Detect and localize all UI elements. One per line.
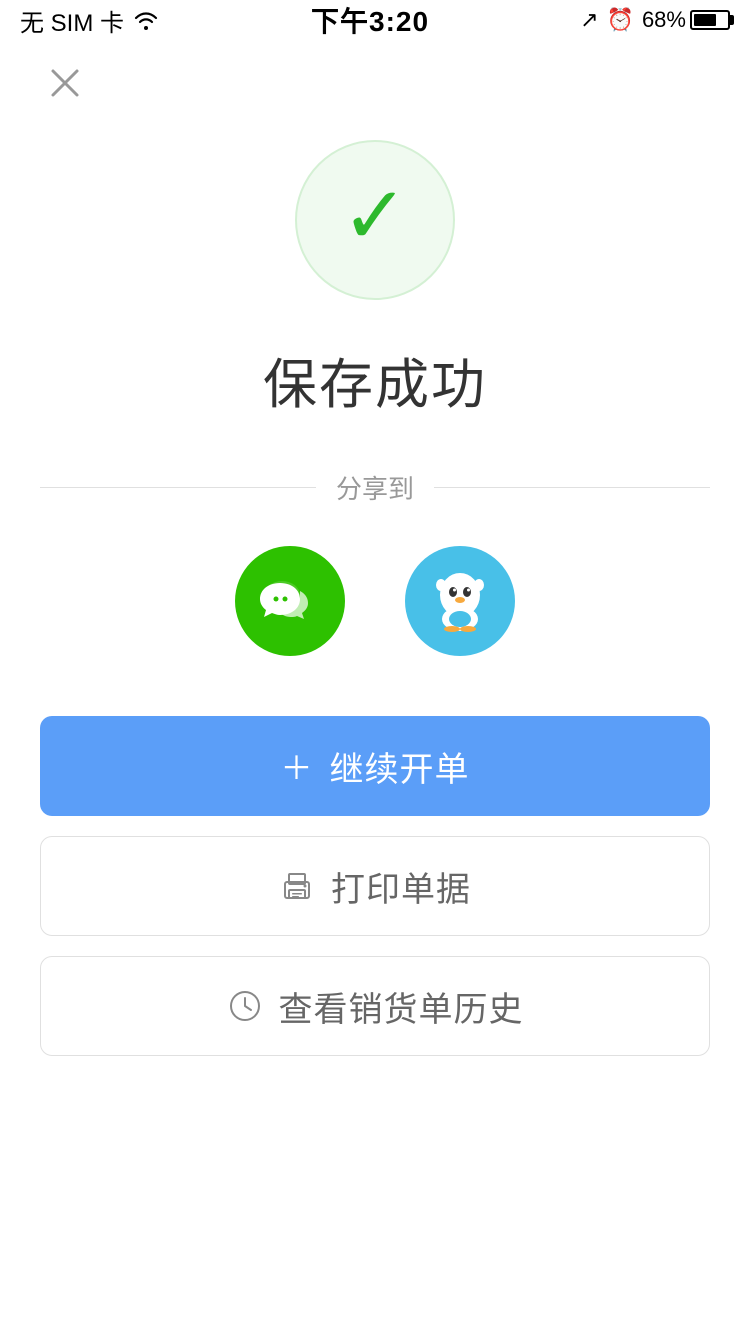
main-content: ✓ 保存成功 分享到: [0, 40, 750, 1096]
success-circle: ✓: [295, 140, 455, 300]
qq-icon: [426, 567, 494, 635]
printer-icon: [279, 868, 315, 904]
status-bar: 无 SIM 卡 下午3:20 ↗ ⏰ 68%: [0, 0, 750, 40]
share-divider: 分享到: [40, 469, 710, 506]
history-icon: [227, 988, 263, 1024]
success-title: 保存成功: [263, 340, 487, 419]
share-row: [40, 546, 710, 656]
battery-info: 68%: [642, 7, 730, 33]
carrier-text: 无 SIM 卡: [20, 3, 124, 38]
status-indicators: ↗ ⏰ 68%: [580, 7, 730, 33]
continue-order-label: 继续开单: [330, 742, 470, 791]
divider-right: [434, 487, 710, 488]
close-icon: [49, 67, 81, 99]
battery-percent: 68%: [642, 7, 686, 33]
status-time: 下午3:20: [311, 0, 429, 40]
share-label: 分享到: [336, 469, 414, 506]
qq-share-button[interactable]: [405, 546, 515, 656]
plus-icon: ＋: [280, 743, 313, 789]
location-icon: ↗: [580, 7, 598, 33]
close-button[interactable]: [40, 58, 90, 108]
view-history-button[interactable]: 查看销货单历史: [40, 956, 710, 1056]
check-icon: ✓: [341, 176, 408, 256]
continue-order-button[interactable]: ＋ 继续开单: [40, 716, 710, 816]
alarm-icon: ⏰: [607, 7, 634, 33]
wechat-share-button[interactable]: [235, 546, 345, 656]
view-history-label: 查看销货单历史: [279, 982, 524, 1031]
action-buttons: ＋ 继续开单 打印单据: [40, 716, 710, 1056]
carrier-info: 无 SIM 卡: [20, 3, 160, 38]
print-receipt-button[interactable]: 打印单据: [40, 836, 710, 936]
wechat-icon: [258, 573, 322, 629]
battery-fill: [694, 14, 716, 26]
battery-icon: [690, 10, 730, 30]
print-receipt-label: 打印单据: [331, 862, 471, 911]
wifi-icon: [132, 10, 160, 30]
divider-left: [40, 487, 316, 488]
